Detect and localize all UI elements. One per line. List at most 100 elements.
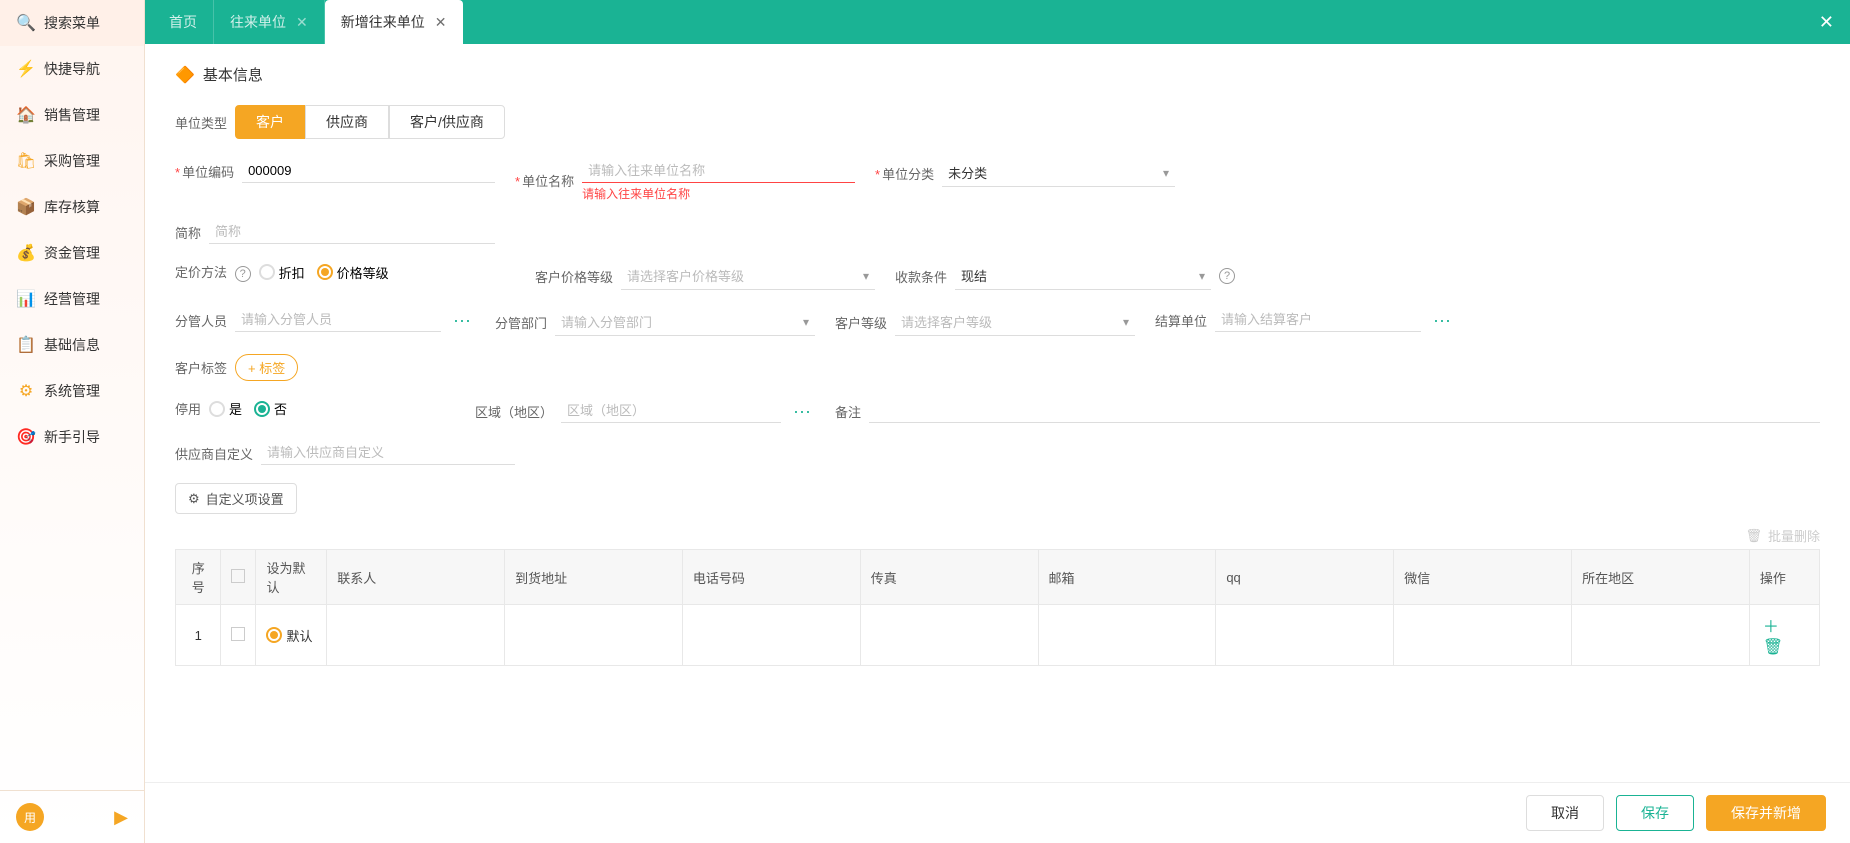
custom-settings-button[interactable]: ⚙ 自定义项设置	[175, 483, 297, 514]
sidebar-item-purchase[interactable]: 🛍 采购管理	[0, 138, 144, 184]
delete-row-button[interactable]: 🗑	[1760, 637, 1786, 657]
supplier-custom-input[interactable]	[261, 441, 515, 465]
short-name-field: 简称	[175, 220, 495, 244]
manager-input[interactable]	[235, 308, 441, 332]
cancel-button[interactable]: 取消	[1526, 795, 1604, 831]
cell-seq: 1	[176, 605, 221, 666]
cell-qq[interactable]	[1216, 605, 1394, 666]
radio-no-circle	[254, 401, 270, 417]
chevron-down-icon-3: ▾	[1199, 269, 1205, 283]
add-tag-button[interactable]: + 标签	[235, 354, 298, 381]
settlement-unit-dots-btn[interactable]: ···	[1429, 310, 1455, 331]
payment-terms-field: 收款条件 现结 ▾ ?	[895, 262, 1235, 290]
short-name-input[interactable]	[209, 220, 495, 244]
unit-name-input[interactable]	[582, 159, 855, 183]
cell-email[interactable]	[1038, 605, 1216, 666]
customer-level-select[interactable]: 请选择客户等级 ▾	[895, 308, 1135, 336]
manager-dots-btn[interactable]: ···	[449, 310, 475, 331]
unit-code-input[interactable]	[242, 159, 495, 183]
sidebar-item-inventory[interactable]: 📦 库存核算	[0, 184, 144, 230]
radio-discount[interactable]: 折扣	[259, 263, 305, 282]
header-checkbox[interactable]	[231, 569, 245, 583]
radio-price-level[interactable]: 价格等级	[317, 263, 389, 282]
unit-name-field: *单位名称 请输入往来单位名称	[515, 159, 855, 202]
unit-name-error: 请输入往来单位名称	[582, 185, 855, 202]
sidebar-label-basic: 基础信息	[44, 335, 100, 355]
table-row: 1 默认	[176, 605, 1820, 666]
payment-terms-help-icon[interactable]: ?	[1219, 268, 1235, 284]
settlement-unit-input[interactable]	[1215, 308, 1421, 332]
department-select[interactable]: 请输入分管部门 ▾	[555, 308, 815, 336]
add-row-button[interactable]: ＋	[1760, 613, 1782, 637]
region-table-input[interactable]	[1582, 628, 1739, 643]
unit-name-label: *单位名称	[515, 171, 574, 190]
sidebar-item-quick-nav[interactable]: ⚡ 快捷导航	[0, 46, 144, 92]
sidebar-item-operations[interactable]: 📊 经营管理	[0, 276, 144, 322]
unit-type-label: 单位类型	[175, 113, 227, 132]
row-manager: 分管人员 ··· 分管部门 请输入分管部门 ▾ 客户等级 请选择客户等级 ▾ 结…	[175, 308, 1820, 336]
unit-category-select[interactable]: 未分类 ▾	[942, 159, 1175, 187]
cell-address[interactable]	[505, 605, 683, 666]
unit-type-supplier[interactable]: 供应商	[305, 105, 389, 139]
batch-delete-label[interactable]: 批量删除	[1768, 526, 1820, 545]
cell-phone[interactable]	[682, 605, 860, 666]
cell-contact[interactable]	[327, 605, 505, 666]
default-label: 默认	[286, 626, 312, 645]
qq-input[interactable]	[1226, 628, 1383, 643]
region-input[interactable]	[561, 399, 781, 423]
notes-input[interactable]	[869, 399, 1820, 423]
row-short-name: 简称	[175, 220, 1820, 244]
chevron-down-icon: ▾	[1163, 166, 1169, 180]
supplier-custom-field: 供应商自定义	[175, 441, 515, 465]
radio-no[interactable]: 否	[254, 399, 287, 418]
pricing-method-label: 定价方法 ?	[175, 262, 251, 282]
payment-terms-select[interactable]: 现结 ▾	[955, 262, 1211, 290]
tab-new-partner-close[interactable]: ✕	[435, 14, 447, 31]
sidebar-item-search[interactable]: 🔍 搜索菜单	[0, 0, 144, 46]
save-button[interactable]: 保存	[1616, 795, 1694, 831]
radio-discount-circle	[259, 264, 275, 280]
notes-label: 备注	[835, 402, 861, 421]
sidebar-item-sales[interactable]: 🏠 销售管理	[0, 92, 144, 138]
unit-type-row: 单位类型 客户 供应商 客户/供应商	[175, 105, 1820, 139]
sidebar-item-system[interactable]: ⚙ 系统管理	[0, 368, 144, 414]
address-input[interactable]	[515, 628, 672, 643]
sidebar-item-basic[interactable]: 📋 基础信息	[0, 322, 144, 368]
radio-yes[interactable]: 是	[209, 399, 242, 418]
customer-price-level-select[interactable]: 请选择客户价格等级 ▾	[621, 262, 875, 290]
sidebar-item-finance[interactable]: 💰 资金管理	[0, 230, 144, 276]
wechat-input[interactable]	[1404, 628, 1561, 643]
save-and-new-button[interactable]: 保存并新增	[1706, 795, 1826, 831]
tab-home[interactable]: 首页	[153, 0, 214, 44]
unit-type-customer[interactable]: 客户	[235, 105, 305, 139]
contact-input[interactable]	[337, 628, 494, 643]
cell-wechat[interactable]	[1394, 605, 1572, 666]
window-close-button[interactable]: ✕	[1811, 8, 1842, 37]
default-radio[interactable]: 默认	[266, 626, 316, 645]
row-checkbox[interactable]	[231, 627, 245, 641]
sidebar-label-inventory: 库存核算	[44, 197, 100, 217]
table-header-row: 序号 设为默认 联系人 到货地址 电话号码 传真 邮箱 qq 微信 所在地区 操…	[176, 550, 1820, 605]
pricing-help-icon[interactable]: ?	[235, 266, 251, 282]
tab-partner[interactable]: 往来单位 ✕	[214, 0, 325, 44]
cell-fax[interactable]	[860, 605, 1038, 666]
table-header: 序号 设为默认 联系人 到货地址 电话号码 传真 邮箱 qq 微信 所在地区 操…	[176, 550, 1820, 605]
email-input[interactable]	[1049, 628, 1206, 643]
cell-region[interactable]	[1572, 605, 1750, 666]
region-dots-btn[interactable]: ···	[789, 401, 815, 422]
sidebar-item-newbie[interactable]: 🎯 新手引导	[0, 414, 144, 460]
row-customer-tag: 客户标签 + 标签	[175, 354, 1820, 381]
required-star-code: *	[175, 165, 180, 180]
fax-input[interactable]	[871, 628, 1028, 643]
expand-icon[interactable]: ▶	[114, 807, 128, 828]
phone-input[interactable]	[693, 628, 850, 643]
disabled-radio-group: 是 否	[209, 399, 287, 418]
tab-new-partner[interactable]: 新增往来单位 ✕	[325, 0, 464, 44]
tab-partner-label: 往来单位	[230, 12, 286, 32]
unit-type-both[interactable]: 客户/供应商	[389, 105, 505, 139]
box-icon: 📦	[16, 197, 36, 217]
notes-field: 备注	[835, 399, 1820, 423]
region-label: 区域（地区）	[475, 402, 553, 421]
tab-partner-close[interactable]: ✕	[296, 14, 308, 31]
department-label: 分管部门	[495, 313, 547, 332]
